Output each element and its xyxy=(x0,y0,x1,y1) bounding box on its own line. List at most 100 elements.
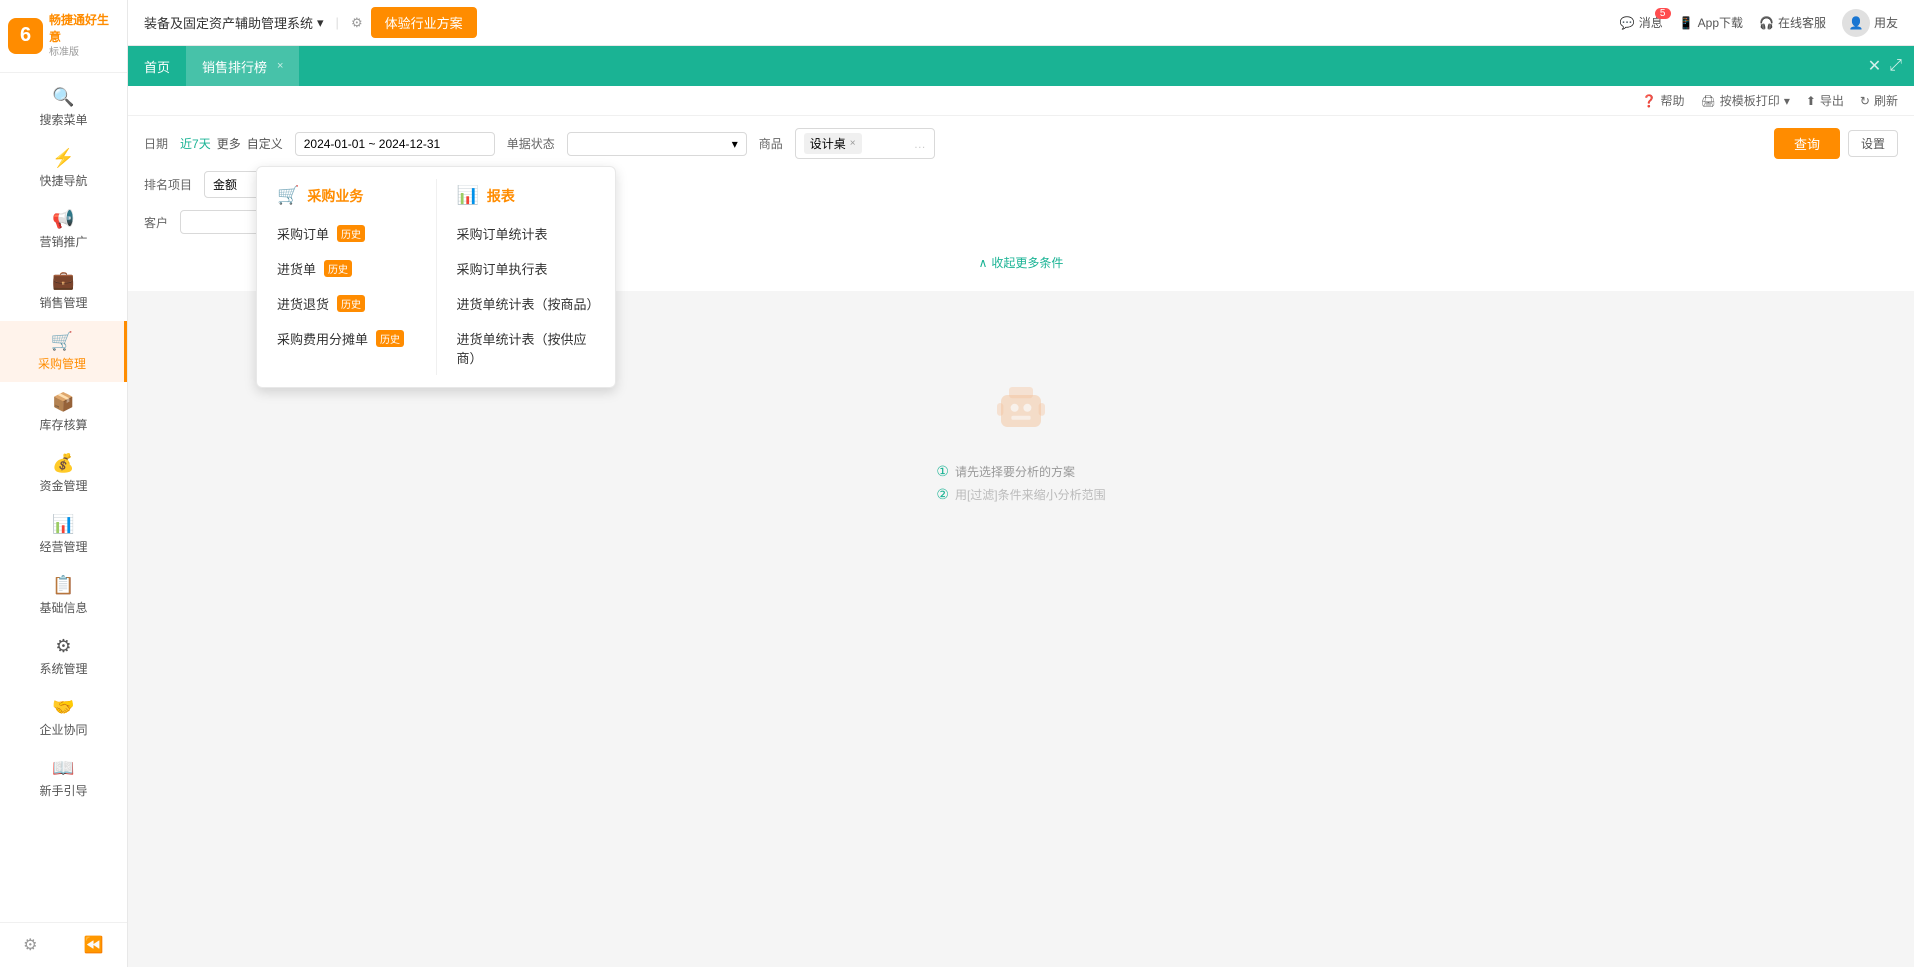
empty-tip-2: 用[过滤]条件来缩小分析范围 xyxy=(955,486,1106,503)
rank-label: 排名项目 xyxy=(144,176,192,193)
empty-illustration xyxy=(981,371,1061,451)
logo-title: 畅捷通好生意 xyxy=(49,12,119,46)
date-custom[interactable]: 自定义 xyxy=(247,135,283,152)
print-icon: 🖨 xyxy=(1701,94,1716,108)
system-title-dropdown[interactable]: 装备及固定资产辅助管理系统 ▾ xyxy=(144,13,324,32)
sidebar-nav: 🔍搜索菜单⚡快捷导航📢营销推广💼销售管理🛒采购管理📦库存核算💰资金管理📊经营管理… xyxy=(0,73,127,922)
sidebar: 6 畅捷通好生意 标准版 🔍搜索菜单⚡快捷导航📢营销推广💼销售管理🛒采购管理📦库… xyxy=(0,0,128,967)
tab-sales-rank[interactable]: 销售排行榜 × xyxy=(186,46,299,86)
goods-input[interactable]: 设计桌 × … xyxy=(795,128,935,159)
message-btn[interactable]: 💬 消息 5 xyxy=(1620,14,1663,31)
print-chevron: ▾ xyxy=(1784,94,1790,108)
customer-label: 客户 xyxy=(144,214,168,231)
rank-value: 金额 xyxy=(213,176,237,193)
date-shortcuts: 近7天 更多 自定义 xyxy=(180,135,283,152)
sidebar-item-采购管理[interactable]: 🛒采购管理 xyxy=(0,321,127,382)
topbar: 装备及固定资产辅助管理系统 ▾ | ⚙ 体验行业方案 💬 消息 5 📱 App下… xyxy=(128,0,1914,46)
empty-tips: ① 请先选择要分析的方案 ② 用[过滤]条件来缩小分析范围 xyxy=(936,463,1105,503)
collapse-btn[interactable]: ∧ 收起更多条件 xyxy=(979,254,1064,271)
print-btn[interactable]: 🖨 按模板打印 ▾ xyxy=(1701,92,1790,109)
user-btn[interactable]: 👤 用友 xyxy=(1842,9,1898,37)
help-bar: ❓ 帮助 🖨 按模板打印 ▾ ⬆ 导出 ↻ 刷新 xyxy=(128,86,1914,116)
dropdown-item-采购费用分摊单[interactable]: 采购费用分摊单历史 xyxy=(269,321,424,356)
dropdown-col-purchase: 🛒 采购业务 采购订单历史进货单历史进货退货历史采购费用分摊单历史 xyxy=(257,179,437,375)
tab-close-icon[interactable]: × xyxy=(277,60,283,72)
online-service-btn[interactable]: 🎧 在线客服 xyxy=(1759,14,1826,31)
date-label: 日期 xyxy=(144,135,168,152)
print-label: 按模板打印 xyxy=(1720,92,1780,109)
fullscreen-icon[interactable]: ⤢ xyxy=(1889,57,1902,75)
dropdown-item-进货单[interactable]: 进货单历史 xyxy=(269,251,424,286)
sidebar-item-库存核算[interactable]: 📦库存核算 xyxy=(0,382,127,443)
main-area: 装备及固定资产辅助管理系统 ▾ | ⚙ 体验行业方案 💬 消息 5 📱 App下… xyxy=(128,0,1914,967)
query-btn[interactable]: 查询 xyxy=(1774,128,1840,159)
dropdown-item-进货退货[interactable]: 进货退货历史 xyxy=(269,286,424,321)
refresh-icon: ↻ xyxy=(1860,94,1870,108)
goods-tag-label: 设计桌 xyxy=(810,135,846,152)
system-title: 装备及固定资产辅助管理系统 xyxy=(144,13,313,32)
export-btn[interactable]: ⬆ 导出 xyxy=(1806,92,1844,109)
question-icon: ❓ xyxy=(1642,94,1657,108)
refresh-btn[interactable]: ↻ 刷新 xyxy=(1860,92,1898,109)
export-icon: ⬆ xyxy=(1806,94,1816,108)
tip-icon-2: ② xyxy=(936,486,949,503)
sidebar-item-企业协同[interactable]: 🤝企业协同 xyxy=(0,687,127,748)
settings-btn[interactable]: 设置 xyxy=(1848,130,1898,157)
app-download-btn[interactable]: 📱 App下载 xyxy=(1679,14,1743,31)
avatar: 👤 xyxy=(1842,9,1870,37)
sidebar-item-系统管理[interactable]: ⚙系统管理 xyxy=(0,626,127,687)
refresh-label: 刷新 xyxy=(1874,92,1898,109)
date-7days[interactable]: 近7天 xyxy=(180,135,211,152)
query-actions: 查询 设置 xyxy=(1774,128,1898,159)
goods-label: 商品 xyxy=(759,135,783,152)
logo-subtitle: 标准版 xyxy=(49,46,119,60)
dropdown-item-进货单统计表（按商品）[interactable]: 进货单统计表（按商品） xyxy=(449,286,604,321)
empty-tip-1: 请先选择要分析的方案 xyxy=(955,463,1075,480)
sidebar-item-快捷导航[interactable]: ⚡快捷导航 xyxy=(0,138,127,199)
dropdown-item-采购订单执行表[interactable]: 采购订单执行表 xyxy=(449,251,604,286)
sidebar-footer: ⚙ ⏪ xyxy=(0,922,127,967)
sidebar-item-营销推广[interactable]: 📢营销推广 xyxy=(0,199,127,260)
tabbar-actions: ✕ ⤢ xyxy=(1868,56,1914,76)
sidebar-item-经营管理[interactable]: 📊经营管理 xyxy=(0,504,127,565)
topbar-icons: 💬 消息 5 📱 App下载 🎧 在线客服 👤 用友 xyxy=(1620,9,1898,37)
tip-icon-1: ① xyxy=(936,463,949,480)
dropdown-item-进货单统计表（按供应商）[interactable]: 进货单统计表（按供应商） xyxy=(449,321,604,375)
chevron-down-icon: ▾ xyxy=(317,15,324,31)
date-range-input[interactable]: 2024-01-01 ~ 2024-12-31 xyxy=(295,132,495,156)
collapse-label: 收起更多条件 xyxy=(991,254,1063,271)
dropdown-menu: 🛒 采购业务 采购订单历史进货单历史进货退货历史采购费用分摊单历史 📊 报表 采… xyxy=(256,166,616,388)
sales-rank-tab-label: 销售排行榜 xyxy=(202,57,267,76)
sidebar-item-搜索菜单[interactable]: 🔍搜索菜单 xyxy=(0,77,127,138)
dropdown-item-采购订单统计表[interactable]: 采购订单统计表 xyxy=(449,216,604,251)
industry-btn[interactable]: 体验行业方案 xyxy=(371,7,477,38)
content-area: ❓ 帮助 🖨 按模板打印 ▾ ⬆ 导出 ↻ 刷新 日期 近 xyxy=(128,86,1914,967)
sidebar-item-资金管理[interactable]: 💰资金管理 xyxy=(0,443,127,504)
dropdown-item-采购订单[interactable]: 采购订单历史 xyxy=(269,216,424,251)
help-btn[interactable]: ❓ 帮助 xyxy=(1642,92,1685,109)
username-label: 用友 xyxy=(1874,14,1898,31)
dropdown-col2-title: 报表 xyxy=(487,186,515,206)
settings-icon[interactable]: ⚙ xyxy=(351,15,363,31)
chevron-down-icon: ▾ xyxy=(732,137,738,151)
phone-icon: 📱 xyxy=(1679,16,1694,30)
home-tab-label: 首页 xyxy=(144,57,170,76)
date-range-value: 2024-01-01 ~ 2024-12-31 xyxy=(304,137,440,151)
goods-tag-close[interactable]: × xyxy=(850,138,856,149)
doc-status-select[interactable]: ▾ xyxy=(567,132,747,156)
tab-home[interactable]: 首页 xyxy=(128,46,186,86)
filter-row-1: 日期 近7天 更多 自定义 2024-01-01 ~ 2024-12-31 单据… xyxy=(144,128,1898,159)
dropdown-col-report: 📊 报表 采购订单统计表采购订单执行表进货单统计表（按商品）进货单统计表（按供应… xyxy=(437,179,616,375)
sidebar-item-新手引导[interactable]: 📖新手引导 xyxy=(0,748,127,809)
collapse-sidebar-icon[interactable]: ⏪ xyxy=(84,935,104,955)
app-logo: 6 畅捷通好生意 标准版 xyxy=(0,0,127,73)
tabbar: 首页 销售排行榜 × ✕ ⤢ xyxy=(128,46,1914,86)
message-icon: 💬 xyxy=(1620,16,1635,30)
settings-icon[interactable]: ⚙ xyxy=(23,935,37,955)
close-tab-icon[interactable]: ✕ xyxy=(1868,56,1881,76)
sidebar-item-基础信息[interactable]: 📋基础信息 xyxy=(0,565,127,626)
message-badge: 5 xyxy=(1655,8,1671,19)
sidebar-item-销售管理[interactable]: 💼销售管理 xyxy=(0,260,127,321)
online-service-label: 在线客服 xyxy=(1778,14,1826,31)
collapse-icon: ∧ xyxy=(979,256,988,270)
